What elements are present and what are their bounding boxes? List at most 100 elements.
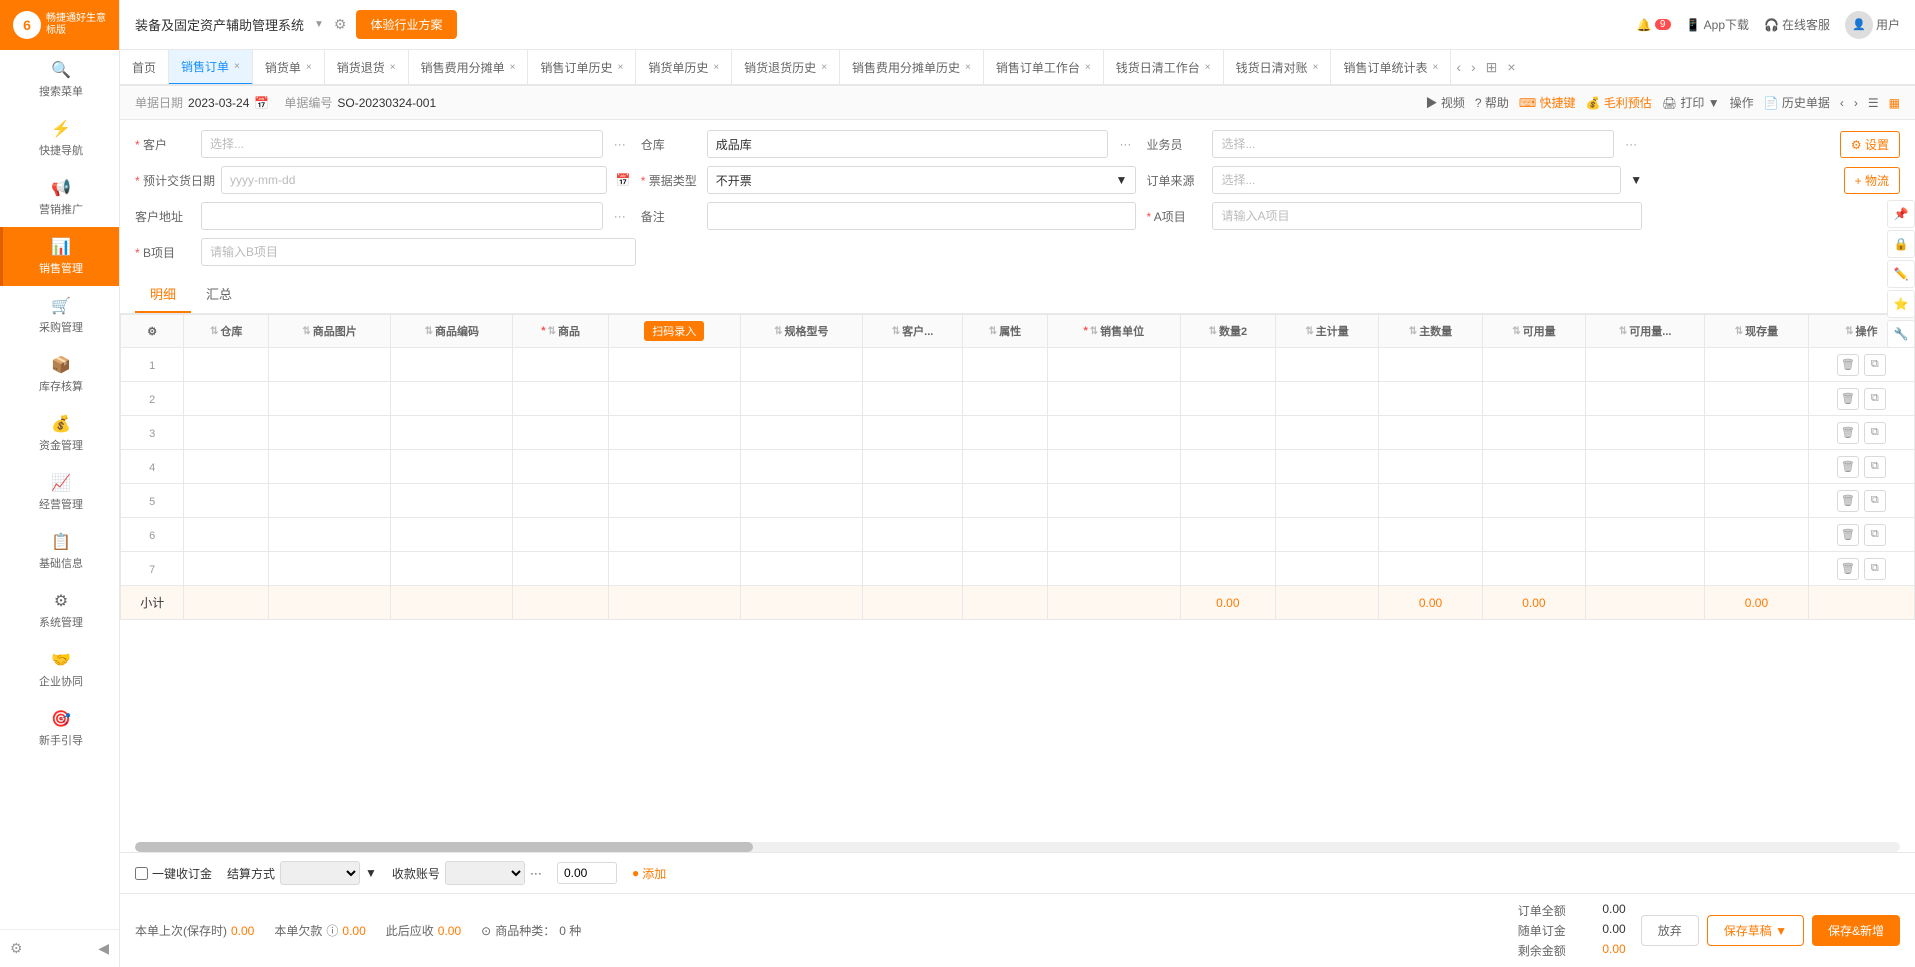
cell-attr-5[interactable] [963,484,1048,518]
customer-more-icon[interactable]: ··· [609,137,631,151]
cell-available-3[interactable] [1482,416,1585,450]
right-tool-edit[interactable]: ✏️ [1887,260,1915,288]
tab-close-icon[interactable]: × [1085,62,1091,73]
tab-next[interactable]: › [1466,59,1481,75]
save-new-button[interactable]: 保存&新增 [1812,915,1900,946]
col-sort-icon[interactable]: ⇅ [989,326,997,337]
history-action[interactable]: 📄 历史单据 [1764,94,1830,111]
cell-available2-1[interactable] [1586,348,1705,382]
cell-settings-7[interactable]: 7 [121,552,184,586]
row-delete-button[interactable]: 🗑 [1837,524,1859,546]
cell-scan-2[interactable] [608,382,740,416]
invoice-select[interactable]: 不开票 ▼ [707,166,1137,194]
tab-close-all[interactable]: × [1502,59,1520,75]
sidebar-item-经营管理[interactable]: 📈经营管理 [0,463,119,522]
sidebar-item-资金管理[interactable]: 💰资金管理 [0,404,119,463]
right-tool-settings[interactable]: 🔧 [1887,320,1915,348]
cell-available2-7[interactable] [1586,552,1705,586]
col-sort-icon[interactable]: ⇅ [210,326,218,337]
cell-unit-3[interactable] [1047,416,1180,450]
cell-unit-4[interactable] [1047,450,1180,484]
online-service[interactable]: 🎧 在线客服 [1764,16,1830,33]
row-copy-button[interactable]: ⧉ [1864,524,1886,546]
cell-qty2-1[interactable] [1180,348,1275,382]
cell-available2-4[interactable] [1586,450,1705,484]
row-copy-button[interactable]: ⧉ [1864,388,1886,410]
cell-settings-4[interactable]: 4 [121,450,184,484]
cell-attr-7[interactable] [963,552,1048,586]
cell-available2-5[interactable] [1586,484,1705,518]
cell-stock-1[interactable] [1705,348,1808,382]
cell-attr-6[interactable] [963,518,1048,552]
cell-spec-3[interactable] [740,416,862,450]
tab-钱货日清对账[interactable]: 钱货日清对账× [1224,50,1332,85]
row-delete-button[interactable]: 🗑 [1837,558,1859,580]
warehouse-input[interactable] [707,130,1109,158]
scan-button[interactable]: 扫码录入 [644,321,704,341]
cell-product-7[interactable] [513,552,608,586]
cell-main_unit-7[interactable] [1275,552,1378,586]
cell-main_qty-5[interactable] [1379,484,1482,518]
cell-qty2-5[interactable] [1180,484,1275,518]
help-action[interactable]: ? 帮助 [1475,94,1509,111]
right-tool-pin[interactable]: 📌 [1887,200,1915,228]
cell-available-1[interactable] [1482,348,1585,382]
cell-spec-4[interactable] [740,450,862,484]
address-input[interactable] [201,202,603,230]
cell-product-1[interactable] [513,348,608,382]
cell-stock-3[interactable] [1705,416,1808,450]
cell-scan-3[interactable] [608,416,740,450]
tab-close-icon[interactable]: × [510,62,516,73]
cell-available-5[interactable] [1482,484,1585,518]
a-project-input[interactable] [1212,202,1642,230]
profit-action[interactable]: 💰 毛利预估 [1586,94,1652,111]
cell-qty2-4[interactable] [1180,450,1275,484]
settings-button[interactable]: ⚙ 设置 [1840,131,1900,158]
tab-close-icon[interactable]: × [713,62,719,73]
row-copy-button[interactable]: ⧉ [1864,456,1886,478]
print-action[interactable]: 🖨 打印 ▼ [1662,94,1720,111]
cell-available-6[interactable] [1482,518,1585,552]
cell-warehouse-5[interactable] [184,484,269,518]
cell-warehouse-7[interactable] [184,552,269,586]
tab-销售订单[interactable]: 销售订单× [169,50,253,85]
cell-main_unit-1[interactable] [1275,348,1378,382]
sidebar-item-采购管理[interactable]: 🛒采购管理 [0,286,119,345]
cell-spec-1[interactable] [740,348,862,382]
cell-image-6[interactable] [268,518,390,552]
quick-deposit-checkbox[interactable]: 一键收订金 [135,865,212,882]
sidebar-item-系统管理[interactable]: ⚙系统管理 [0,581,119,640]
warehouse-more-icon[interactable]: ··· [1114,137,1136,151]
cell-attr-3[interactable] [963,416,1048,450]
cell-code-5[interactable] [391,484,513,518]
cell-main_qty-1[interactable] [1379,348,1482,382]
right-tool-star[interactable]: ⭐ [1887,290,1915,318]
cell-product-5[interactable] [513,484,608,518]
settings-bottom-icon[interactable]: ⚙ [10,940,23,957]
tab-销货退货[interactable]: 销货退货× [325,50,409,85]
cell-main_qty-3[interactable] [1379,416,1482,450]
cell-available2-3[interactable] [1586,416,1705,450]
col-sort-icon[interactable]: ⇅ [425,326,433,337]
sidebar-item-营销推广[interactable]: 📢营销推广 [0,168,119,227]
cell-available2-2[interactable] [1586,382,1705,416]
tab-close-icon[interactable]: × [1313,62,1319,73]
cell-code-3[interactable] [391,416,513,450]
cell-code-4[interactable] [391,450,513,484]
staff-input[interactable] [1212,130,1614,158]
cell-stock-6[interactable] [1705,518,1808,552]
sidebar-item-企业协同[interactable]: 🤝企业协同 [0,640,119,699]
cell-scan-5[interactable] [608,484,740,518]
cell-product-4[interactable] [513,450,608,484]
data-table-wrapper[interactable]: ⚙⇅仓库⇅商品图片⇅商品编码*⇅商品扫码录入⇅规格型号⇅客户...⇅属性*⇅销售… [120,314,1915,842]
cell-available-4[interactable] [1482,450,1585,484]
row-copy-button[interactable]: ⧉ [1864,422,1886,444]
detail-tab-汇总[interactable]: 汇总 [191,276,247,313]
abandon-button[interactable]: 放弃 [1641,915,1699,946]
cell-customer_code-5[interactable] [862,484,962,518]
cell-attr-2[interactable] [963,382,1048,416]
list-view-icon[interactable]: ☰ [1868,96,1879,110]
page-prev-icon[interactable]: ‹ [1840,96,1844,110]
settle-select[interactable] [280,861,360,885]
cell-warehouse-4[interactable] [184,450,269,484]
